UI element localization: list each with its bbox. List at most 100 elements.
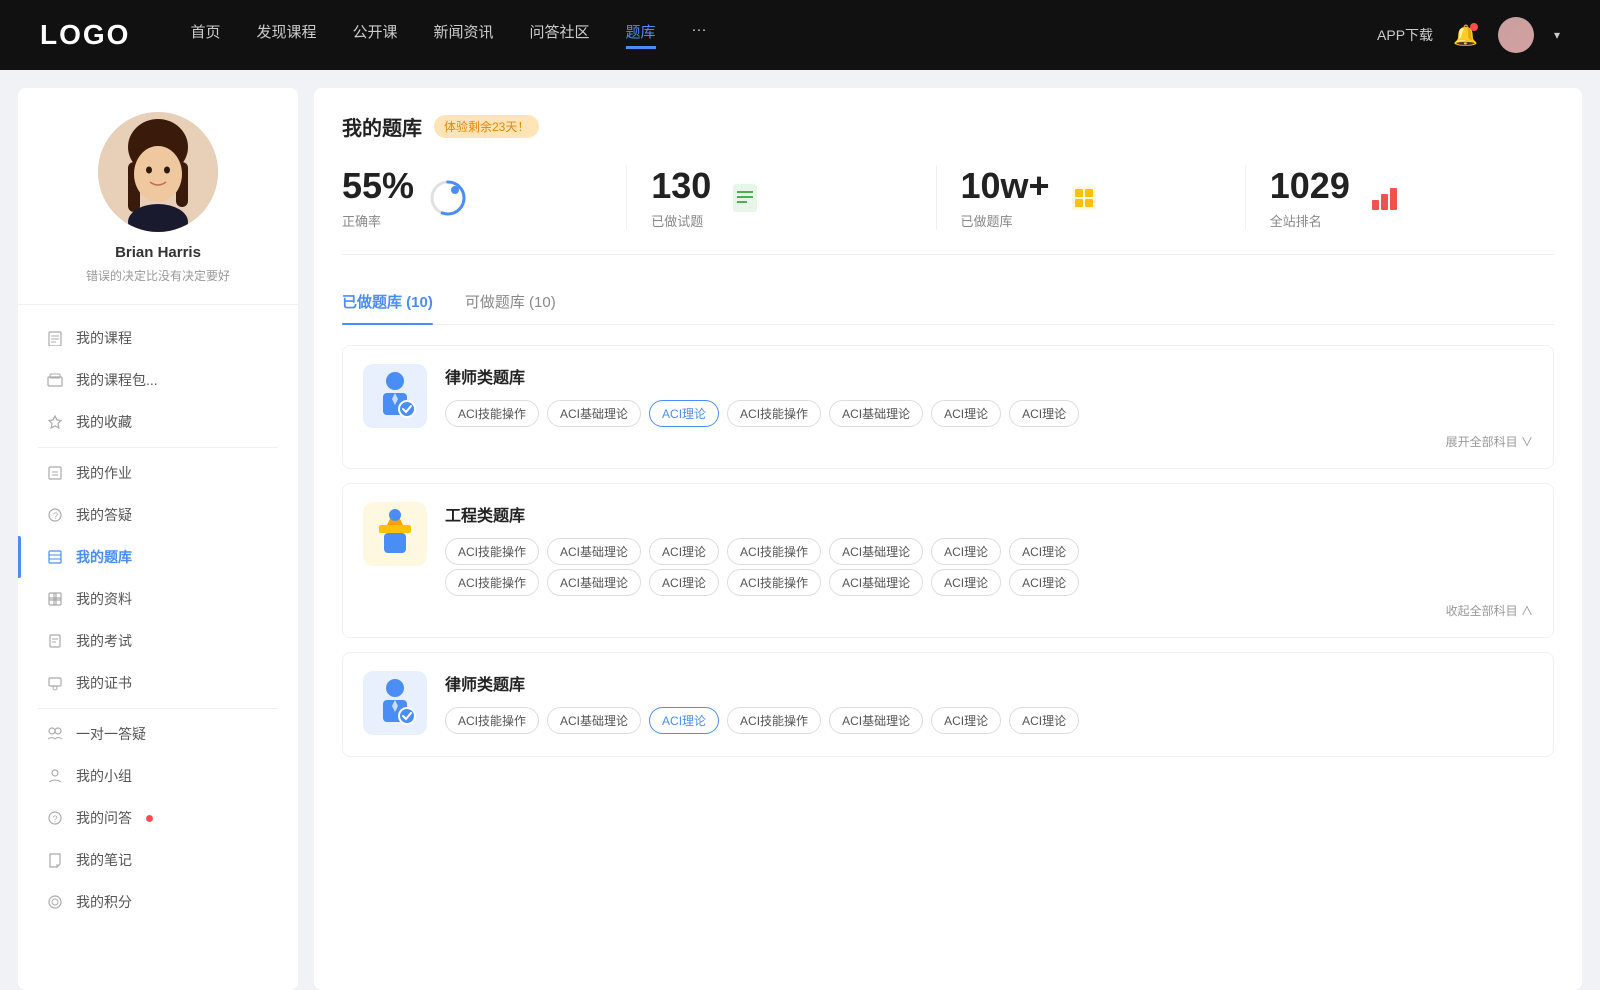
expand-btn-1[interactable]: 展开全部科目 ∨ (445, 433, 1533, 450)
menu-label: 我的问答 (76, 808, 132, 828)
nav-open-course[interactable]: 公开课 (352, 21, 397, 49)
tag[interactable]: ACI理论 (1009, 538, 1079, 565)
app-download[interactable]: APP下载 (1377, 25, 1433, 45)
nav-news[interactable]: 新闻资讯 (434, 21, 494, 49)
tags-row-2b: ACI技能操作 ACI基础理论 ACI理论 ACI技能操作 ACI基础理论 AC… (445, 569, 1533, 596)
tag-active[interactable]: ACI理论 (649, 400, 719, 427)
menu-course-packages[interactable]: 我的课程包... (18, 359, 298, 401)
profile-name: Brian Harris (115, 244, 201, 261)
tag[interactable]: ACI技能操作 (445, 569, 539, 596)
bell-button[interactable]: 🔔 (1453, 23, 1478, 48)
tag[interactable]: ACI理论 (649, 569, 719, 596)
tag[interactable]: ACI基础理论 (829, 569, 923, 596)
nav-discover[interactable]: 发现课程 (256, 21, 316, 49)
tag[interactable]: ACI技能操作 (445, 707, 539, 734)
bank-name-2: 工程类题库 (445, 502, 1533, 526)
bank-icon-lawyer-3 (363, 671, 427, 735)
cert-icon (46, 674, 64, 692)
user-menu-chevron[interactable]: ▾ (1554, 28, 1560, 42)
menu-questions[interactable]: ? 我的答疑 (18, 494, 298, 536)
page-title: 我的题库 (342, 112, 422, 141)
bank-icon-lawyer-1 (363, 364, 427, 428)
homework-icon (46, 464, 64, 482)
tag[interactable]: ACI基础理论 (829, 538, 923, 565)
tag[interactable]: ACI基础理论 (547, 400, 641, 427)
tag[interactable]: ACI理论 (649, 538, 719, 565)
menu-homework[interactable]: 我的作业 (18, 452, 298, 494)
nav-home[interactable]: 首页 (190, 21, 220, 49)
tag[interactable]: ACI基础理论 (829, 400, 923, 427)
tag[interactable]: ACI技能操作 (445, 400, 539, 427)
nav-qa[interactable]: 问答社区 (530, 21, 590, 49)
tag[interactable]: ACI基础理论 (547, 707, 641, 734)
bank-info-3: 律师类题库 ACI技能操作 ACI基础理论 ACI理论 ACI技能操作 ACI基… (445, 671, 1533, 738)
menu-label: 我的作业 (76, 463, 132, 483)
tag[interactable]: ACI技能操作 (727, 538, 821, 565)
menu-label: 我的课程包... (76, 370, 158, 390)
menu-notes[interactable]: 我的笔记 (18, 839, 298, 881)
bank-icon (46, 548, 64, 566)
rank-icon (1364, 178, 1404, 218)
tag[interactable]: ACI理论 (931, 538, 1001, 565)
nav-question-bank[interactable]: 题库 (626, 21, 656, 49)
tag[interactable]: ACI理论 (931, 400, 1001, 427)
nav-links: 首页 发现课程 公开课 新闻资讯 问答社区 题库 ··· (190, 21, 1377, 49)
avatar[interactable] (1498, 17, 1534, 53)
menu-question-bank[interactable]: 我的题库 (18, 536, 298, 578)
menu-materials[interactable]: 我的资料 (18, 578, 298, 620)
question-icon: ? (46, 506, 64, 524)
tag[interactable]: ACI技能操作 (727, 569, 821, 596)
tag[interactable]: ACI理论 (1009, 400, 1079, 427)
menu-my-courses[interactable]: 我的课程 (18, 317, 298, 359)
menu-divider-1 (38, 447, 278, 448)
menu-my-qa[interactable]: ? 我的问答 (18, 797, 298, 839)
tab-done-banks[interactable]: 已做题库 (10) (342, 283, 433, 324)
nav-more[interactable]: ··· (692, 21, 707, 49)
trial-badge: 体验剩余23天！ (434, 115, 539, 138)
tag-active[interactable]: ACI理论 (649, 707, 719, 734)
menu-exams[interactable]: 我的考试 (18, 620, 298, 662)
tag[interactable]: ACI技能操作 (445, 538, 539, 565)
profile-section: Brian Harris 错误的决定比没有决定要好 (18, 112, 298, 305)
tag[interactable]: ACI技能操作 (727, 707, 821, 734)
menu-one-on-one[interactable]: 一对一答疑 (18, 713, 298, 755)
stat-done-banks: 10w+ 已做题库 (937, 165, 1246, 230)
svg-text:?: ? (53, 814, 58, 824)
bank-item-1: 律师类题库 ACI技能操作 ACI基础理论 ACI理论 ACI技能操作 ACI基… (342, 345, 1554, 469)
tag[interactable]: ACI理论 (1009, 569, 1079, 596)
profile-avatar (98, 112, 218, 232)
menu-label: 我的题库 (76, 547, 132, 567)
tag[interactable]: ACI理论 (931, 707, 1001, 734)
stat-rank: 1029 全站排名 (1246, 165, 1554, 230)
menu-groups[interactable]: 我的小组 (18, 755, 298, 797)
bank-name-1: 律师类题库 (445, 364, 1533, 388)
courses-icon (46, 329, 64, 347)
tabs: 已做题库 (10) 可做题库 (10) (342, 283, 1554, 325)
collapse-btn-2[interactable]: 收起全部科目 ∧ (445, 602, 1533, 619)
tag[interactable]: ACI基础理论 (829, 707, 923, 734)
tags-row-2a: ACI技能操作 ACI基础理论 ACI理论 ACI技能操作 ACI基础理论 AC… (445, 538, 1533, 565)
tab-available-banks[interactable]: 可做题库 (10) (465, 283, 556, 324)
menu-favorites[interactable]: 我的收藏 (18, 401, 298, 443)
tag[interactable]: ACI理论 (1009, 707, 1079, 734)
menu-certificates[interactable]: 我的证书 (18, 662, 298, 704)
logo: LOGO (40, 19, 130, 51)
page-header: 我的题库 体验剩余23天！ (342, 112, 1554, 141)
menu-points[interactable]: 我的积分 (18, 881, 298, 923)
bank-info-2: 工程类题库 ACI技能操作 ACI基础理论 ACI理论 ACI技能操作 ACI基… (445, 502, 1533, 619)
navbar: LOGO 首页 发现课程 公开课 新闻资讯 问答社区 题库 ··· APP下载 … (0, 0, 1600, 70)
profile-motto: 错误的决定比没有决定要好 (86, 267, 230, 284)
stat-value-rank: 1029 (1270, 165, 1350, 207)
svg-text:?: ? (53, 511, 58, 521)
menu-label: 一对一答疑 (76, 724, 146, 744)
tag[interactable]: ACI技能操作 (727, 400, 821, 427)
stat-label-banks: 已做题库 (961, 211, 1050, 230)
tag[interactable]: ACI基础理论 (547, 538, 641, 565)
layout: Brian Harris 错误的决定比没有决定要好 我的课程 我的课程包... (0, 70, 1600, 990)
qa-icon: ? (46, 809, 64, 827)
menu-label: 我的证书 (76, 673, 132, 693)
tag[interactable]: ACI理论 (931, 569, 1001, 596)
accuracy-icon (428, 178, 468, 218)
banks-icon (1064, 178, 1104, 218)
tag[interactable]: ACI基础理论 (547, 569, 641, 596)
